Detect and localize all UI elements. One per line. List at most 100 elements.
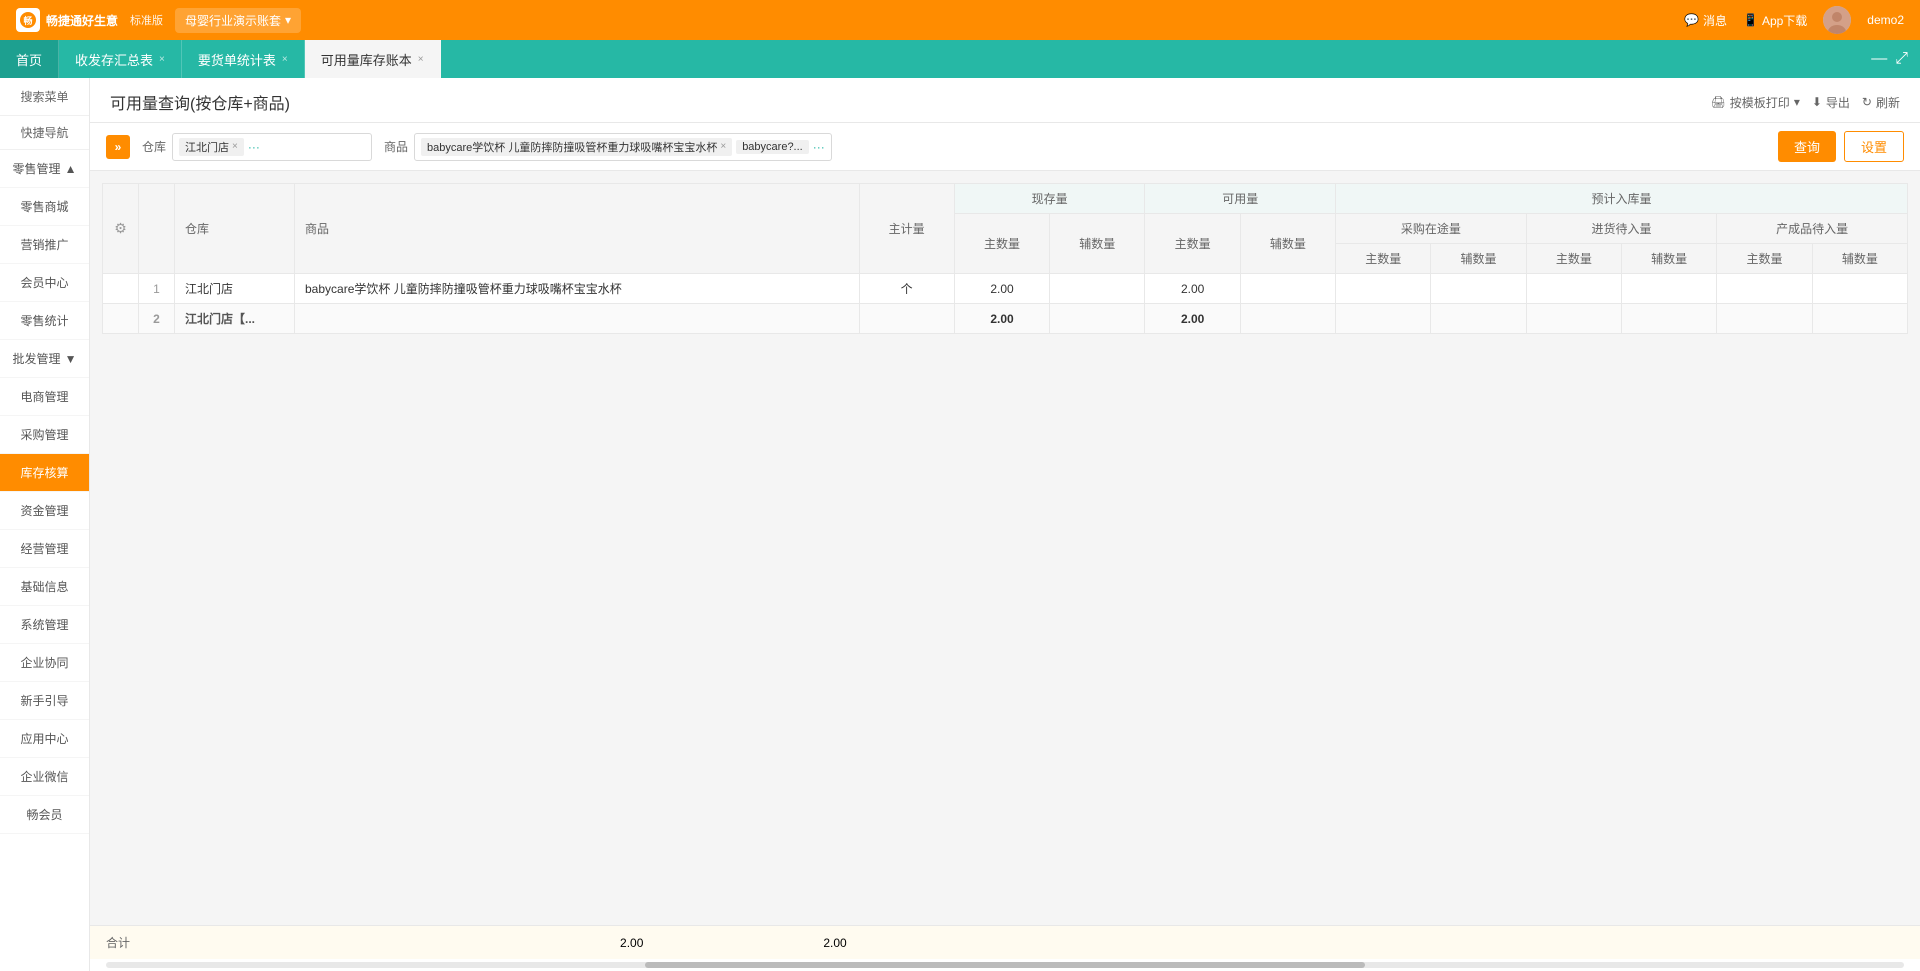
app-download-button[interactable]: 📱 App下载	[1743, 12, 1807, 29]
row-product-1: babycare学饮杯 儿童防摔防撞吸管杯重力球吸嘴杯宝宝水杯	[295, 274, 860, 304]
sidebar-enterprise-coop-label: 企业协同	[20, 654, 68, 671]
row-index-1: 1	[139, 274, 175, 304]
group-avail-main: 2.00	[1145, 304, 1240, 334]
sidebar-item-new-guide[interactable]: 新手引导	[0, 682, 89, 720]
sidebar-item-purchase-mgmt[interactable]: 采购管理	[0, 416, 89, 454]
print-template-button[interactable]: 🖨 按模板打印 ▾	[1711, 94, 1800, 111]
brand-name: 畅捷通好生意	[46, 12, 118, 29]
message-icon: 💬	[1684, 13, 1699, 27]
close-order-stats-icon[interactable]: ×	[282, 54, 288, 65]
warehouse-tag-close-icon[interactable]: ×	[232, 141, 238, 152]
sidebar-item-finance-mgmt[interactable]: 资金管理	[0, 492, 89, 530]
sidebar-wholesale-mgmt-label: 批发管理	[13, 350, 61, 367]
sidebar-member-app-label: 畅会员	[26, 806, 62, 823]
sidebar-item-app-center[interactable]: 应用中心	[0, 720, 89, 758]
sidebar-item-system-mgmt[interactable]: 系统管理	[0, 606, 89, 644]
sidebar-quick-nav[interactable]: 快捷导航	[0, 116, 89, 150]
th-available-qty: 可用量	[1145, 184, 1336, 214]
sidebar-item-inventory-check[interactable]: 库存核算	[0, 454, 89, 492]
sidebar-item-enterprise-wechat[interactable]: 企业微信	[0, 758, 89, 796]
sidebar-ops-mgmt-label: 经营管理	[20, 540, 68, 557]
data-table: ⚙ 仓库 商品 主计量 现存量 可用量 预计入库量 主数量 辅数量 主数量 辅数…	[102, 183, 1908, 334]
sidebar-search[interactable]: 搜索菜单	[0, 78, 89, 116]
sidebar-item-member-center[interactable]: 会员中心	[0, 264, 89, 302]
th-avail-aux: 辅数量	[1240, 214, 1335, 274]
group-inb-pend-main	[1526, 304, 1621, 334]
page-header-actions: 🖨 按模板打印 ▾ ⬇ 导出 ↻ 刷新	[1711, 94, 1900, 111]
row-pur-trans-aux-1	[1431, 274, 1526, 304]
row-warehouse-1: 江北门店	[175, 274, 295, 304]
sidebar-item-retail-mgmt[interactable]: 零售管理 ▲	[0, 150, 89, 188]
scroll-bar-track[interactable]	[106, 962, 1904, 968]
page-header: 可用量查询(按仓库+商品) 🖨 按模板打印 ▾ ⬇ 导出 ↻ 刷新	[90, 78, 1920, 123]
group-product	[295, 304, 860, 334]
product-tag-input[interactable]: babycare学饮杯 儿童防摔防撞吸管杯重力球吸嘴杯宝宝水杯 × babyca…	[414, 133, 832, 161]
th-settings[interactable]: ⚙	[103, 184, 139, 274]
settings-button[interactable]: 设置	[1844, 131, 1904, 162]
product-tag-2: babycare?...	[736, 140, 809, 154]
export-button[interactable]: ⬇ 导出	[1812, 94, 1850, 111]
sidebar-item-enterprise-coop[interactable]: 企业协同	[0, 644, 89, 682]
row-avail-main-1: 2.00	[1145, 274, 1240, 304]
scroll-bar-thumb	[645, 962, 1364, 968]
th-prod-pend-main: 主数量	[1717, 244, 1812, 274]
sidebar-app-center-label: 应用中心	[20, 730, 68, 747]
chevron-wholesale-icon: ▼	[65, 352, 77, 366]
th-inb-pend-main: 主数量	[1526, 244, 1621, 274]
table-wrapper: ⚙ 仓库 商品 主计量 现存量 可用量 预计入库量 主数量 辅数量 主数量 辅数…	[90, 171, 1920, 925]
tab-receive-summary[interactable]: 收发存汇总表 ×	[59, 40, 182, 78]
tab-order-stats[interactable]: 要货单统计表 ×	[182, 40, 305, 78]
close-receive-summary-icon[interactable]: ×	[159, 54, 165, 65]
warehouse-filter-group: 仓库 江北门店 × ···	[142, 133, 372, 161]
sidebar-new-guide-label: 新手引导	[20, 692, 68, 709]
sidebar-item-retail-mall[interactable]: 零售商城	[0, 188, 89, 226]
sidebar-item-ops-mgmt[interactable]: 经营管理	[0, 530, 89, 568]
sidebar-item-retail-stats[interactable]: 零售统计	[0, 302, 89, 340]
sidebar: 搜索菜单 快捷导航 零售管理 ▲ 零售商城 营销推广 会员中心 零售统计 批发管…	[0, 78, 90, 971]
maximize-icon[interactable]: ⤢	[1895, 50, 1908, 68]
th-current-stock: 现存量	[954, 184, 1145, 214]
warehouse-tag-input[interactable]: 江北门店 × ···	[172, 133, 372, 161]
warehouse-filter-label: 仓库	[142, 138, 166, 155]
tab-home[interactable]: 首页	[0, 40, 59, 78]
page-title: 可用量查询(按仓库+商品)	[110, 90, 290, 114]
filter-actions: 查询 设置	[1778, 131, 1904, 162]
sidebar-item-member-app[interactable]: 畅会员	[0, 796, 89, 834]
group-prod-pend-aux	[1812, 304, 1907, 334]
close-available-stock-icon[interactable]: ×	[418, 54, 424, 65]
th-main-unit: 主计量	[859, 184, 954, 274]
sidebar-item-basic-info[interactable]: 基础信息	[0, 568, 89, 606]
brand-logo: 畅 畅捷通好生意	[16, 8, 118, 32]
table-row: 1 江北门店 babycare学饮杯 儿童防摔防撞吸管杯重力球吸嘴杯宝宝水杯 个…	[103, 274, 1908, 304]
row-inb-pend-aux-1	[1622, 274, 1717, 304]
th-production-pending: 产成品待入量	[1717, 214, 1908, 244]
filter-expand-button[interactable]: »	[106, 135, 130, 159]
sidebar-item-ecommerce-mgmt[interactable]: 电商管理	[0, 378, 89, 416]
avatar[interactable]	[1823, 6, 1851, 34]
sidebar-item-marketing[interactable]: 营销推广	[0, 226, 89, 264]
product-tag-1-text: babycare学饮杯 儿童防摔防撞吸管杯重力球吸嘴杯宝宝水杯	[427, 139, 717, 155]
scroll-bar-row	[90, 959, 1920, 971]
group-index: 2	[139, 304, 175, 334]
product-ellipsis[interactable]: ···	[813, 140, 825, 154]
group-unit	[859, 304, 954, 334]
industry-selector[interactable]: 母婴行业演示账套 ▾	[175, 8, 301, 33]
message-button[interactable]: 💬 消息	[1684, 12, 1727, 29]
top-bar: 畅 畅捷通好生意 标准版 母婴行业演示账套 ▾ 💬 消息 📱 App下载 dem	[0, 0, 1920, 40]
product-filter-group: 商品 babycare学饮杯 儿童防摔防撞吸管杯重力球吸嘴杯宝宝水杯 × bab…	[384, 133, 832, 161]
tab-available-stock[interactable]: 可用量库存账本 ×	[305, 40, 441, 78]
sidebar-item-wholesale-mgmt[interactable]: 批发管理 ▼	[0, 340, 89, 378]
product-tag-1-close-icon[interactable]: ×	[720, 141, 726, 152]
top-bar-right: 💬 消息 📱 App下载 demo2	[1684, 6, 1904, 34]
row-inb-pend-main-1	[1526, 274, 1621, 304]
tab-home-label: 首页	[16, 50, 42, 69]
row-stock-aux-1	[1050, 274, 1145, 304]
sidebar-marketing-label: 营销推广	[20, 236, 68, 253]
query-button[interactable]: 查询	[1778, 131, 1836, 162]
refresh-button[interactable]: ↻ 刷新	[1862, 94, 1900, 111]
minimize-icon[interactable]: —	[1871, 50, 1887, 68]
th-index	[139, 184, 175, 274]
warehouse-ellipsis[interactable]: ···	[248, 140, 260, 154]
group-stock-aux	[1050, 304, 1145, 334]
print-chevron-icon: ▾	[1794, 95, 1800, 109]
